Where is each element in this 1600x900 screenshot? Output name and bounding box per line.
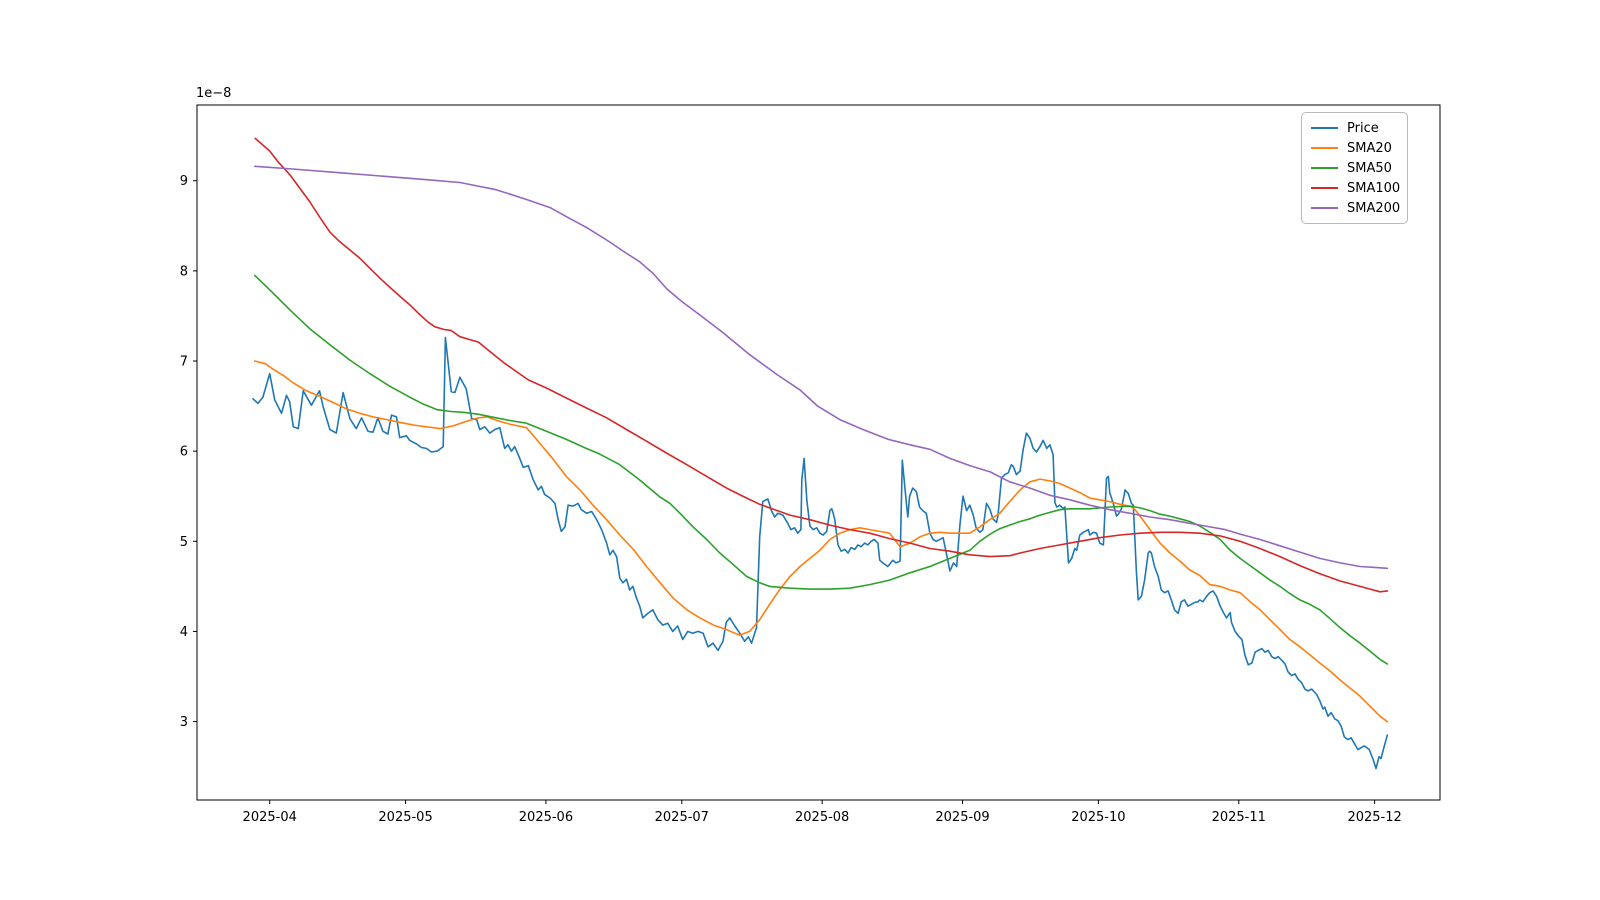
legend-item-sma50: SMA50 [1311, 158, 1401, 178]
legend-item-sma100: SMA100 [1311, 178, 1401, 198]
y-tick-label: 3 [180, 715, 188, 730]
x-tick-label: 2025-04 [243, 810, 297, 825]
legend-line-sample [1311, 187, 1338, 189]
y-tick-label: 4 [180, 625, 188, 640]
x-tick-label: 2025-05 [378, 810, 432, 825]
y-tick-label: 7 [180, 355, 188, 370]
legend-item-sma20: SMA20 [1311, 138, 1401, 158]
x-axis: 2025-04 2025-05 2025-06 2025-07 2025-08 2025-… [243, 800, 1402, 825]
legend-label: SMA50 [1347, 160, 1392, 176]
x-tick-label: 2025-11 [1212, 810, 1266, 825]
series-lines [252, 137, 1389, 770]
y-tick-label: 6 [180, 445, 188, 460]
y-axis-offset-text: 1e−8 [196, 86, 231, 101]
y-tick-label: 9 [180, 174, 188, 189]
legend-label: SMA200 [1347, 200, 1401, 216]
legend-item-price: Price [1311, 118, 1401, 138]
plot-border [196, 104, 1441, 801]
x-tick-label: 2025-12 [1347, 810, 1401, 825]
legend-label: Price [1347, 120, 1379, 136]
x-tick-label: 2025-10 [1071, 810, 1125, 825]
figure: 1e−8 2025-04 2025-05 2025-06 2025-07 2025-08… [0, 0, 1600, 900]
x-tick-label: 2025-09 [935, 810, 989, 825]
series-line-sma100 [254, 137, 1389, 593]
legend-line-sample [1311, 127, 1338, 129]
x-tick-label: 2025-08 [795, 810, 849, 825]
legend-line-sample [1311, 207, 1338, 209]
series-line-sma200 [254, 165, 1389, 570]
legend: Price SMA20 SMA50 SMA100 SMA200 [1301, 112, 1408, 224]
legend-item-sma200: SMA200 [1311, 198, 1401, 218]
x-tick-label: 2025-07 [655, 810, 709, 825]
y-axis: 3 4 5 6 7 8 9 [180, 174, 197, 730]
y-tick-label: 8 [180, 264, 188, 279]
series-line-sma20 [254, 360, 1389, 723]
legend-line-sample [1311, 147, 1338, 149]
legend-line-sample [1311, 167, 1338, 169]
x-tick-label: 2025-06 [519, 810, 573, 825]
series-line-sma50 [254, 274, 1389, 665]
series-line-price [252, 336, 1389, 770]
legend-label: SMA20 [1347, 140, 1392, 156]
y-tick-label: 5 [180, 535, 188, 550]
legend-label: SMA100 [1347, 180, 1401, 196]
